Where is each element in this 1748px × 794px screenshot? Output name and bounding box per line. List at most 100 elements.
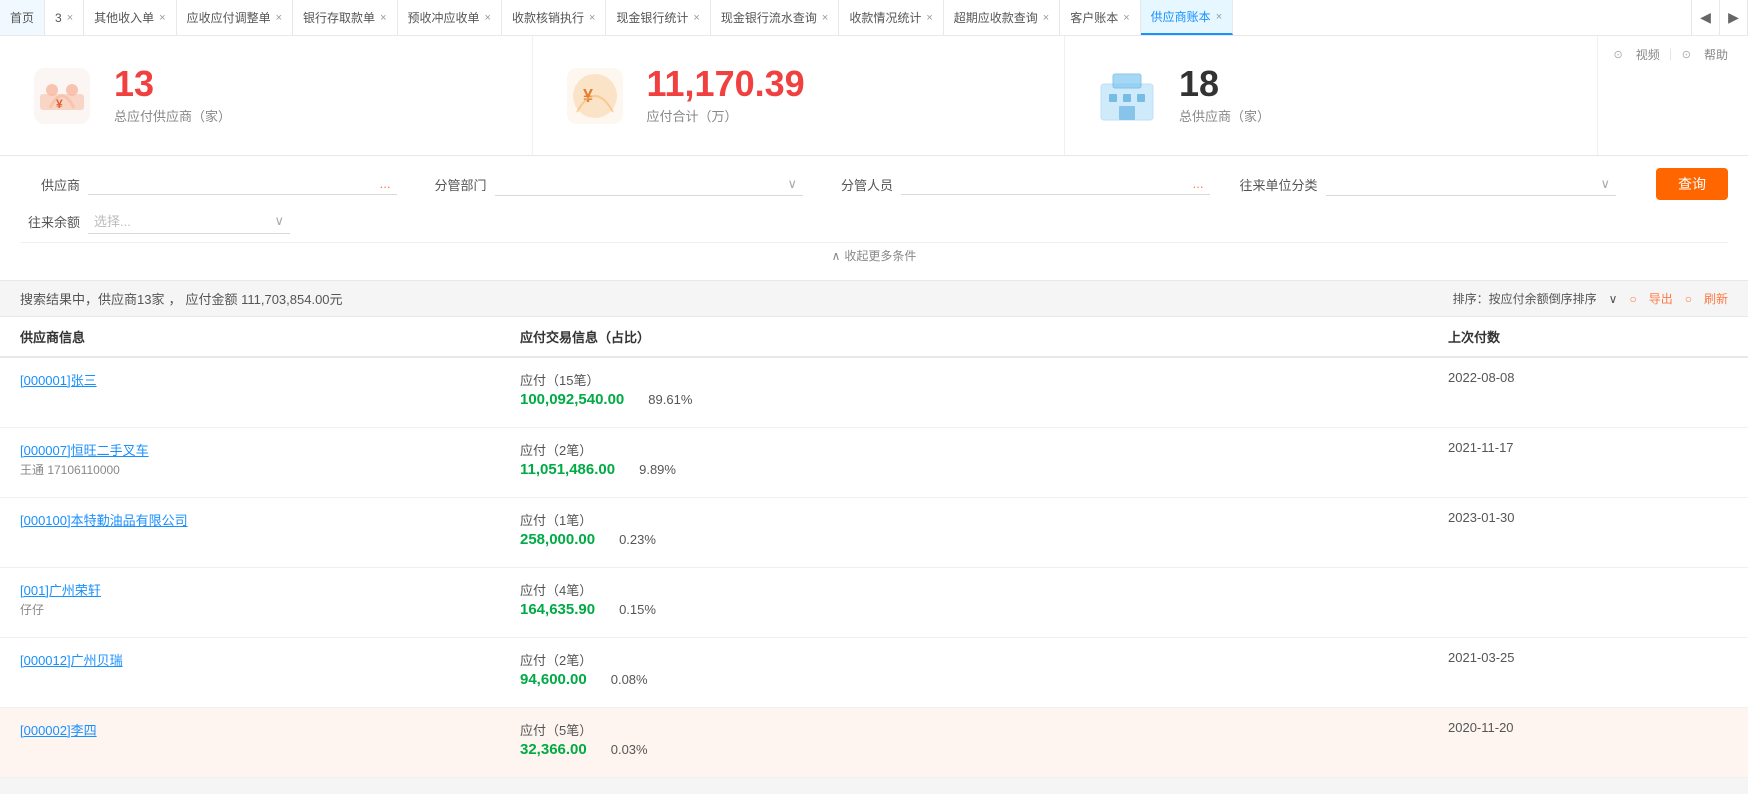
right-actions: 排序：按应付余额倒序排序 ∨ ○ 导出 ○ 刷新 bbox=[1453, 290, 1728, 307]
top-right-links: ⊙ 视频 ｜ ⊙ 帮助 bbox=[1597, 36, 1748, 155]
sort-arrow-icon[interactable]: ∨ bbox=[1609, 292, 1618, 306]
nav-tab-home[interactable]: 首页 bbox=[0, 0, 45, 35]
nav-tab-receivestat[interactable]: 收款情况统计 × bbox=[839, 0, 943, 35]
supplier-link-row4[interactable]: [001]广州荣轩 bbox=[20, 583, 101, 598]
stat-info-payable-total: 11,170.39 应付合计（万） bbox=[647, 66, 805, 125]
close-icon[interactable]: × bbox=[159, 12, 165, 24]
table-row: [000012]广州贝瑞 应付（2笔） 94,600.00 0.08% 2021… bbox=[0, 638, 1748, 708]
table-row: [000100]本特勤油品有限公司 应付（1笔） 258,000.00 0.23… bbox=[0, 498, 1748, 568]
nav-tab-verify[interactable]: 收款核销执行 × bbox=[502, 0, 606, 35]
supplier-info-row2: [000007]恒旺二手叉车 王通 17106110000 bbox=[20, 440, 520, 478]
nav-tab-cashstat[interactable]: 现金银行统计 × bbox=[606, 0, 710, 35]
stat-number-total-suppliers: 18 bbox=[1179, 66, 1270, 102]
query-button[interactable]: 查询 bbox=[1656, 168, 1728, 200]
nav-arrow-right[interactable]: ▶ bbox=[1720, 0, 1748, 36]
payable-amount-row1[interactable]: 100,092,540.00 bbox=[520, 391, 624, 408]
nav-tab-cashflow[interactable]: 现金银行流水查询 × bbox=[711, 0, 839, 35]
payable-amount-row6[interactable]: 32,366.00 bbox=[520, 741, 587, 758]
table-row: [000002]李四 应付（5笔） 32,366.00 0.03% 2020-1… bbox=[0, 708, 1748, 778]
payable-label-row3: 应付（1笔） bbox=[520, 510, 592, 529]
nav-tab-3[interactable]: 3 × bbox=[45, 0, 84, 35]
stat-number-payable-total: 11,170.39 bbox=[647, 66, 805, 102]
top-nav: 首页 3 × 其他收入单 × 应收应付调整单 × 银行存取款单 × 预收冲应收单… bbox=[0, 0, 1748, 36]
person-filter-label: 分管人员 bbox=[833, 175, 893, 194]
collapse-label: 收起更多条件 bbox=[844, 247, 916, 264]
collapse-button[interactable]: ∧ 收起更多条件 bbox=[20, 242, 1728, 268]
nav-tab-income[interactable]: 其他收入单 × bbox=[84, 0, 176, 35]
payable-percent-row1: 89.61% bbox=[648, 392, 692, 407]
supplier-info-row3: [000100]本特勤油品有限公司 bbox=[20, 510, 520, 529]
header-lastpay: 上次付数 bbox=[1448, 327, 1728, 346]
close-icon[interactable]: × bbox=[485, 12, 491, 24]
supplier-link-row5[interactable]: [000012]广州贝瑞 bbox=[20, 653, 123, 668]
payable-percent-row6: 0.03% bbox=[611, 742, 648, 757]
payable-info-row2: 应付（2笔） 11,051,486.00 9.89% bbox=[520, 440, 1448, 478]
close-icon[interactable]: × bbox=[926, 12, 932, 24]
video-link[interactable]: 视频 bbox=[1636, 46, 1660, 63]
close-icon[interactable]: × bbox=[380, 12, 386, 24]
nav-arrow-left[interactable]: ◀ bbox=[1692, 0, 1720, 36]
close-icon[interactable]: × bbox=[693, 12, 699, 24]
refresh-icon: ○ bbox=[1685, 292, 1692, 306]
close-icon[interactable]: × bbox=[1123, 12, 1129, 24]
refresh-button[interactable]: 刷新 bbox=[1704, 290, 1728, 307]
supplier-info-row1: [000001]张三 bbox=[20, 370, 520, 389]
total-supplier-icon bbox=[1095, 64, 1159, 128]
nav-tab-supplierbook[interactable]: 供应商账本 × bbox=[1141, 0, 1233, 35]
person-input[interactable]: ... bbox=[901, 173, 1210, 195]
nav-tab-overdue[interactable]: 超期应收款查询 × bbox=[944, 0, 1060, 35]
result-separator: ， bbox=[168, 289, 181, 308]
filter-item-supplier: 供应商 ... bbox=[20, 173, 427, 195]
filter-item-category: 往来单位分类 ∨ bbox=[1240, 173, 1647, 196]
filter-item-balance: 往来余额 选择... ∨ bbox=[20, 208, 320, 234]
close-icon[interactable]: × bbox=[1216, 11, 1222, 23]
stat-info-payable-suppliers: 13 总应付供应商（家） bbox=[114, 66, 231, 125]
supplier-link-row2[interactable]: [000007]恒旺二手叉车 bbox=[20, 443, 149, 458]
payable-amount-row2[interactable]: 11,051,486.00 bbox=[520, 461, 615, 478]
nav-tab-adjust[interactable]: 应收应付调整单 × bbox=[177, 0, 293, 35]
balance-select-arrow: ∨ bbox=[274, 213, 284, 229]
nav-tab-prepay[interactable]: 预收冲应收单 × bbox=[398, 0, 502, 35]
dept-filter-label: 分管部门 bbox=[427, 175, 487, 194]
payable-percent-row2: 9.89% bbox=[639, 462, 676, 477]
balance-placeholder: 选择... bbox=[94, 211, 131, 230]
balance-select[interactable]: 选择... ∨ bbox=[88, 208, 290, 234]
payable-amount-row4[interactable]: 164,635.90 bbox=[520, 601, 595, 618]
nav-tab-bank[interactable]: 银行存取款单 × bbox=[293, 0, 397, 35]
dept-select-arrow: ∨ bbox=[787, 176, 797, 192]
close-icon[interactable]: × bbox=[1043, 12, 1049, 24]
svg-text:¥: ¥ bbox=[56, 97, 63, 111]
stat-block-total-suppliers: 18 总供应商（家） bbox=[1065, 36, 1597, 155]
payable-percent-row5: 0.08% bbox=[611, 672, 648, 687]
supplier-input[interactable]: ... bbox=[88, 173, 397, 195]
payable-percent-row4: 0.15% bbox=[619, 602, 656, 617]
close-icon[interactable]: × bbox=[589, 12, 595, 24]
payable-info-row1: 应付（15笔） 100,092,540.00 89.61% bbox=[520, 370, 1448, 408]
close-icon[interactable]: × bbox=[67, 12, 73, 24]
last-pay-row1: 2022-08-08 bbox=[1448, 370, 1728, 385]
dept-select[interactable]: ∨ bbox=[495, 173, 804, 196]
payable-info-row4: 应付（4笔） 164,635.90 0.15% bbox=[520, 580, 1448, 618]
supplier-link-row6[interactable]: [000002]李四 bbox=[20, 723, 97, 738]
balance-filter-label: 往来余额 bbox=[20, 212, 80, 231]
supplier-link-row1[interactable]: [000001]张三 bbox=[20, 373, 97, 388]
separator: ｜ bbox=[1665, 46, 1677, 63]
payable-info-row3: 应付（1笔） 258,000.00 0.23% bbox=[520, 510, 1448, 548]
supplier-link-row3[interactable]: [000100]本特勤油品有限公司 bbox=[20, 513, 188, 528]
payable-amount-row5[interactable]: 94,600.00 bbox=[520, 671, 587, 688]
table-container: 供应商信息 应付交易信息（占比） 上次付数 [000001]张三 应付（15笔）… bbox=[0, 317, 1748, 778]
payable-total-icon: ¥ bbox=[563, 64, 627, 128]
supplier-sub-row2: 王通 17106110000 bbox=[20, 461, 520, 478]
payable-info-row6: 应付（5笔） 32,366.00 0.03% bbox=[520, 720, 1448, 758]
category-select[interactable]: ∨ bbox=[1326, 173, 1616, 196]
help-link[interactable]: 帮助 bbox=[1704, 46, 1728, 63]
supplier-payable-icon: ¥ bbox=[30, 64, 94, 128]
close-icon[interactable]: × bbox=[822, 12, 828, 24]
nav-tab-custbook[interactable]: 客户账本 × bbox=[1060, 0, 1140, 35]
export-button[interactable]: 导出 bbox=[1649, 290, 1673, 307]
sort-label: 排序：按应付余额倒序排序 bbox=[1453, 290, 1597, 307]
supplier-sub-row4: 仔仔 bbox=[20, 601, 520, 618]
payable-amount-row3[interactable]: 258,000.00 bbox=[520, 531, 595, 548]
filter-item-person: 分管人员 ... bbox=[833, 173, 1240, 195]
close-icon[interactable]: × bbox=[276, 12, 282, 24]
